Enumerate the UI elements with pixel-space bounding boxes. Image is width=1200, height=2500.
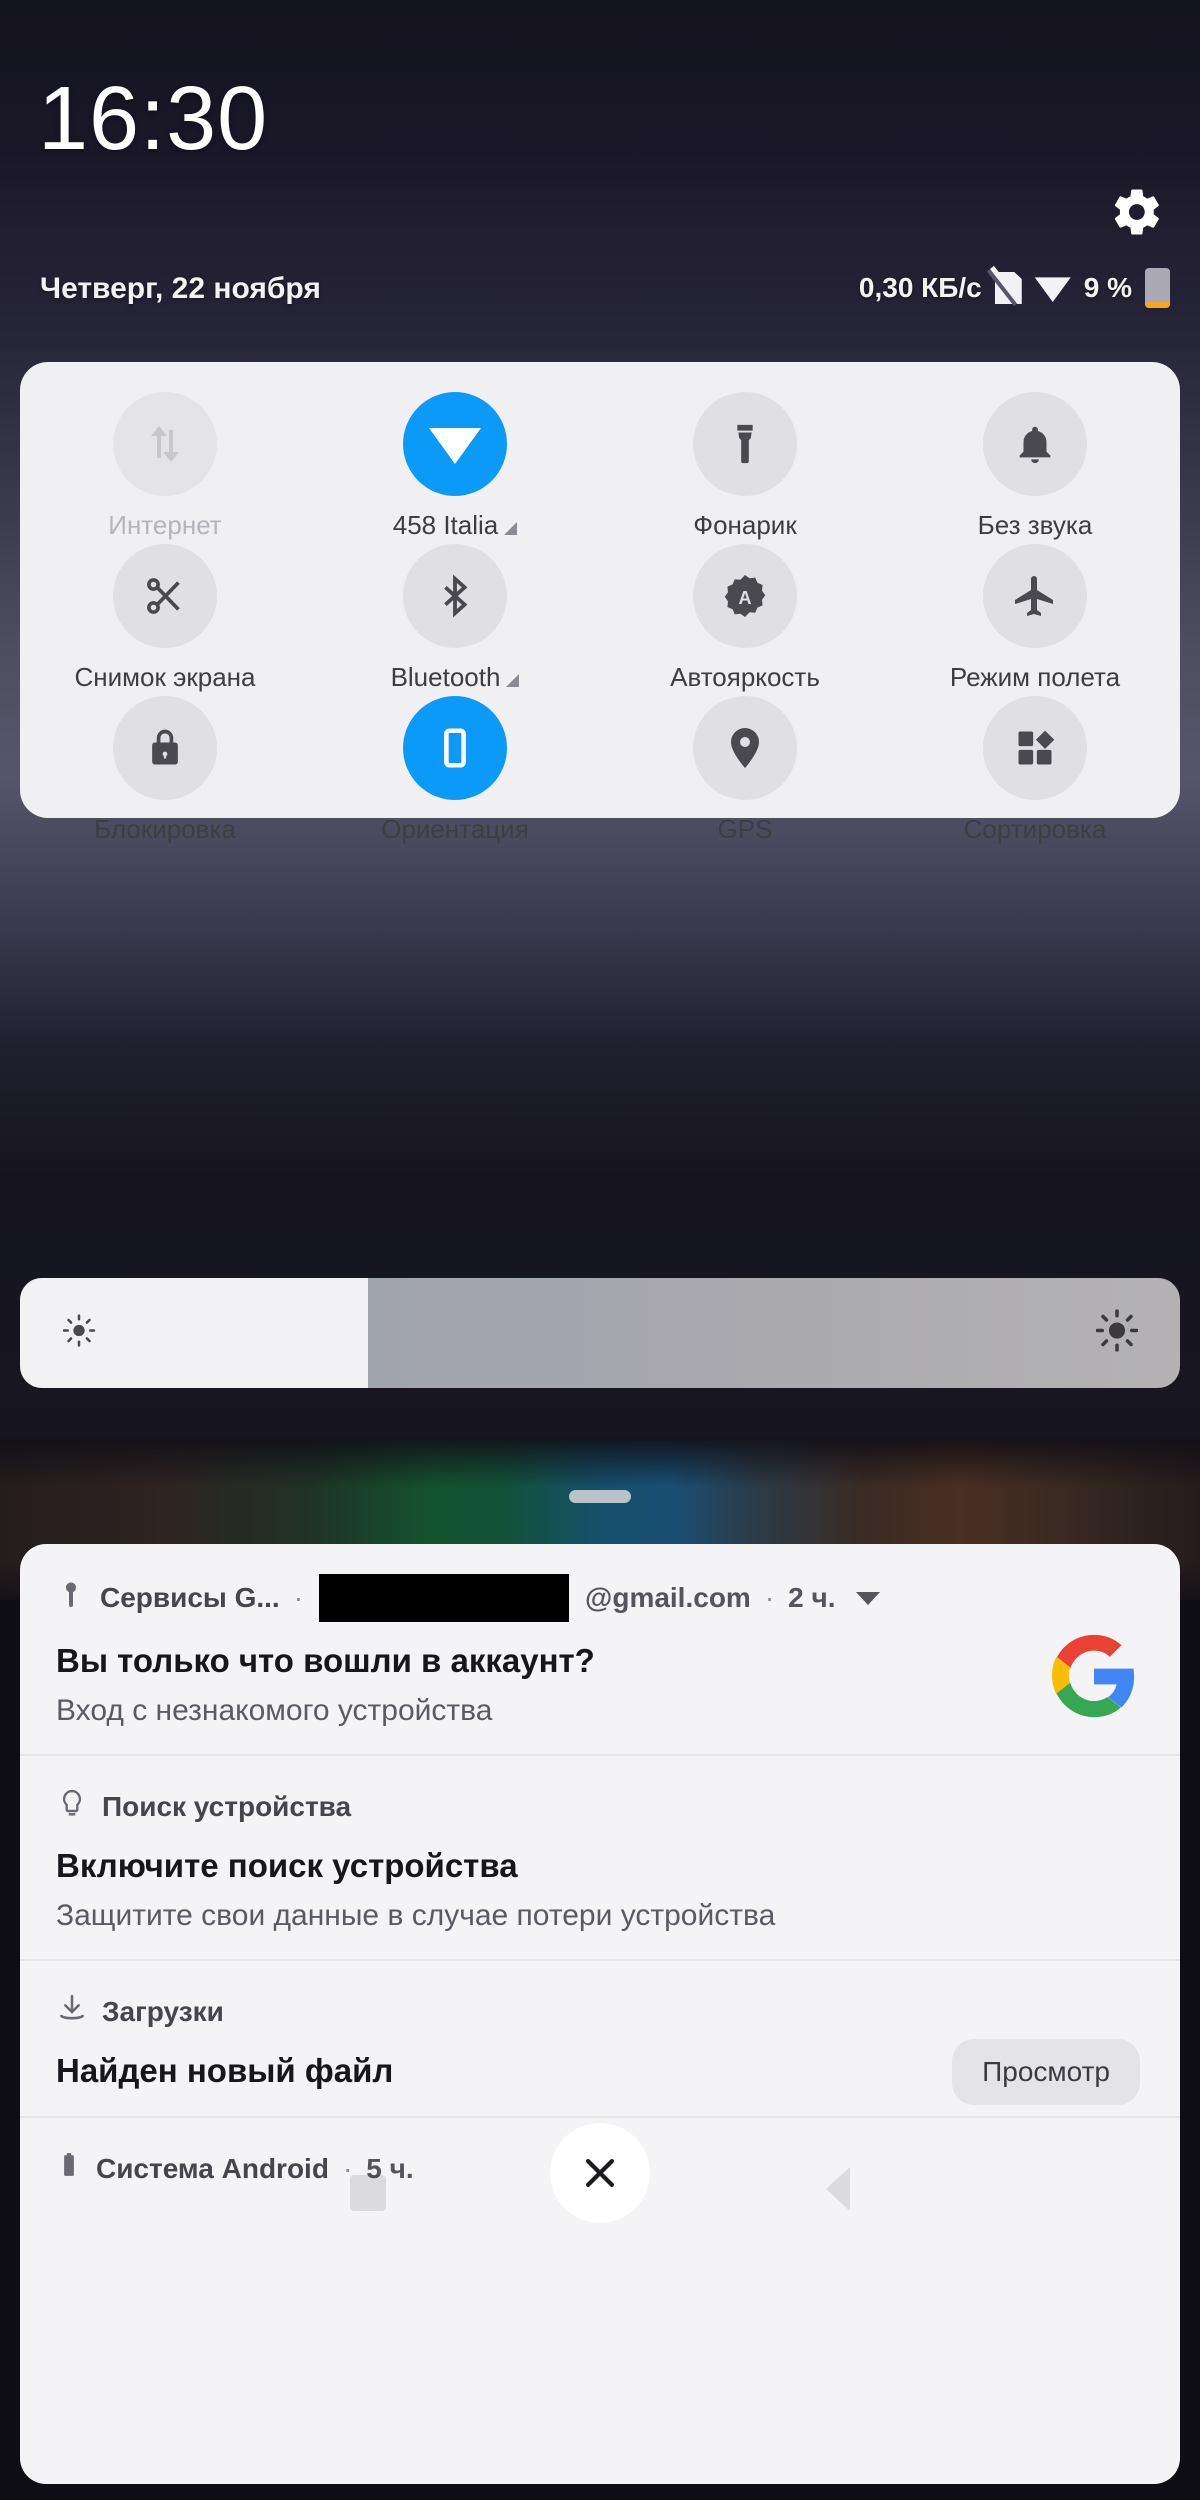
- wifi-icon: [403, 392, 507, 496]
- account-suffix: @gmail.com: [585, 1582, 751, 1613]
- quick-settings-panel: Интернет 458 Italia Фонарик Без звука Сн…: [20, 362, 1180, 844]
- redacted-account: [319, 1574, 570, 1622]
- separator-dot: ·: [764, 1582, 775, 1613]
- shade-drag-handle[interactable]: [569, 1490, 631, 1503]
- tiles-icon: [983, 696, 1087, 800]
- quick-settings-row: Снимок экрана Bluetooth A Автояркость Ре…: [20, 544, 1180, 696]
- qs-label-gps: GPS: [717, 814, 773, 844]
- notification-header: Сервисы G... · @gmail.com · 2 ч.: [56, 1574, 1144, 1622]
- qs-tile-orientation[interactable]: Ориентация: [310, 696, 600, 848]
- find-device-icon: [56, 1786, 88, 1827]
- notification-app-name: Система Android: [96, 2152, 329, 2184]
- scissors-icon: [113, 544, 217, 648]
- qs-tile-bluetooth[interactable]: Bluetooth: [310, 544, 600, 696]
- qs-label-bluetooth: Bluetooth: [391, 662, 520, 693]
- airplane-icon: [983, 544, 1087, 648]
- qs-label-orientation: Ориентация: [381, 814, 529, 844]
- bluetooth-icon: [403, 544, 507, 648]
- separator-dot: ·: [293, 1582, 304, 1613]
- brightness-high-icon: [1095, 1309, 1139, 1357]
- quick-settings-row: Интернет 458 Italia Фонарик Без звука: [20, 392, 1180, 544]
- qs-tile-auto-brightness[interactable]: A Автояркость: [600, 544, 890, 696]
- qs-label-wifi: 458 Italia: [393, 510, 518, 541]
- notification-item-google-services[interactable]: Сервисы G... · @gmail.com · 2 ч. Вы толь…: [20, 1544, 1180, 1754]
- wifi-icon: [1034, 277, 1071, 302]
- notification-list: Сервисы G... · @gmail.com · 2 ч. Вы толь…: [20, 1544, 1180, 2484]
- chevron-down-icon[interactable]: [855, 1591, 880, 1605]
- notification-app-name: Поиск устройства: [102, 1790, 352, 1822]
- battery-icon: [56, 2148, 82, 2189]
- notification-app-name: Сервисы G...: [100, 1582, 280, 1613]
- qs-tile-flashlight[interactable]: Фонарик: [600, 392, 890, 544]
- qs-label-internet: Интернет: [108, 510, 222, 540]
- qs-tile-silent[interactable]: Без звука: [890, 392, 1180, 544]
- network-speed: 0,30 КБ/с: [858, 272, 982, 303]
- bell-icon: [983, 392, 1087, 496]
- notification-item-downloads[interactable]: Загрузки Найден новый файл Просмотр: [20, 1959, 1180, 2116]
- flashlight-icon: [693, 392, 797, 496]
- auto-brightness-icon: A: [693, 544, 797, 648]
- notification-header: Загрузки: [56, 1991, 1144, 2032]
- qs-label-lock: Блокировка: [94, 814, 236, 844]
- notification-item-find-device[interactable]: Поиск устройства Включите поиск устройст…: [20, 1754, 1180, 1959]
- qs-tile-airplane[interactable]: Режим полета: [890, 544, 1180, 696]
- lockscreen-clock: 16:30: [38, 69, 269, 169]
- download-icon: [56, 1991, 88, 2032]
- battery-percent: 9 %: [1083, 272, 1132, 303]
- qs-label-auto-brightness: Автояркость: [670, 662, 820, 692]
- notification-body: Вход с незнакомого устройства: [56, 1694, 493, 1727]
- no-sim-icon: [989, 265, 1022, 304]
- qs-tile-sort[interactable]: Сортировка: [890, 696, 1180, 848]
- notification-app-name: Загрузки: [102, 1995, 224, 2027]
- data-transfer-icon: [113, 392, 217, 496]
- notification-header: Поиск устройства: [56, 1786, 1144, 1827]
- google-logo: [1052, 1634, 1136, 1718]
- back-nav-icon: [826, 2167, 850, 2211]
- qs-label-airplane: Режим полета: [949, 662, 1121, 692]
- brightness-slider[interactable]: [20, 1278, 1180, 1388]
- notification-title: Включите поиск устройства: [56, 1847, 518, 1884]
- qs-tile-internet[interactable]: Интернет: [20, 392, 310, 544]
- recents-nav-icon: [350, 2175, 386, 2211]
- notification-time: 2 ч.: [788, 1582, 836, 1613]
- android-notification-shade: 16:30 Четверг, 22 ноября 0,30 КБ/с 9 % И…: [0, 0, 1200, 2500]
- notification-title: Вы только что вошли в аккаунт?: [56, 1642, 595, 1679]
- qs-tile-screenshot[interactable]: Снимок экрана: [20, 544, 310, 696]
- notification-action-button[interactable]: Просмотр: [952, 2039, 1140, 2105]
- clear-all-button[interactable]: [550, 2123, 650, 2223]
- qs-tile-wifi[interactable]: 458 Italia: [310, 392, 600, 544]
- lockscreen-date: Четверг, 22 ноября: [40, 272, 321, 305]
- notification-body: Защитите свои данные в случае потери уст…: [56, 1899, 776, 1932]
- chevron-expand-icon[interactable]: [506, 674, 520, 687]
- gear-icon[interactable]: [1110, 185, 1164, 239]
- battery-icon: [1145, 268, 1170, 308]
- brightness-low-icon: [62, 1314, 96, 1353]
- qs-label-sort: Сортировка: [963, 814, 1107, 844]
- chevron-expand-icon[interactable]: [504, 522, 518, 535]
- qs-tile-lock[interactable]: Блокировка: [20, 696, 310, 848]
- quick-settings-row: Блокировка Ориентация GPS Сортировка: [20, 696, 1180, 848]
- key-icon: [56, 1578, 86, 1619]
- phone-rotation-icon: [403, 696, 507, 800]
- lock-icon: [113, 696, 217, 800]
- location-pin-icon: [693, 696, 797, 800]
- qs-label-silent: Без звука: [977, 510, 1093, 540]
- qs-label-screenshot: Снимок экрана: [74, 662, 256, 692]
- qs-label-flashlight: Фонарик: [693, 510, 797, 540]
- svg-text:A: A: [739, 588, 752, 608]
- qs-tile-gps[interactable]: GPS: [600, 696, 890, 848]
- status-bar-right: 0,30 КБ/с 9 %: [858, 265, 1170, 308]
